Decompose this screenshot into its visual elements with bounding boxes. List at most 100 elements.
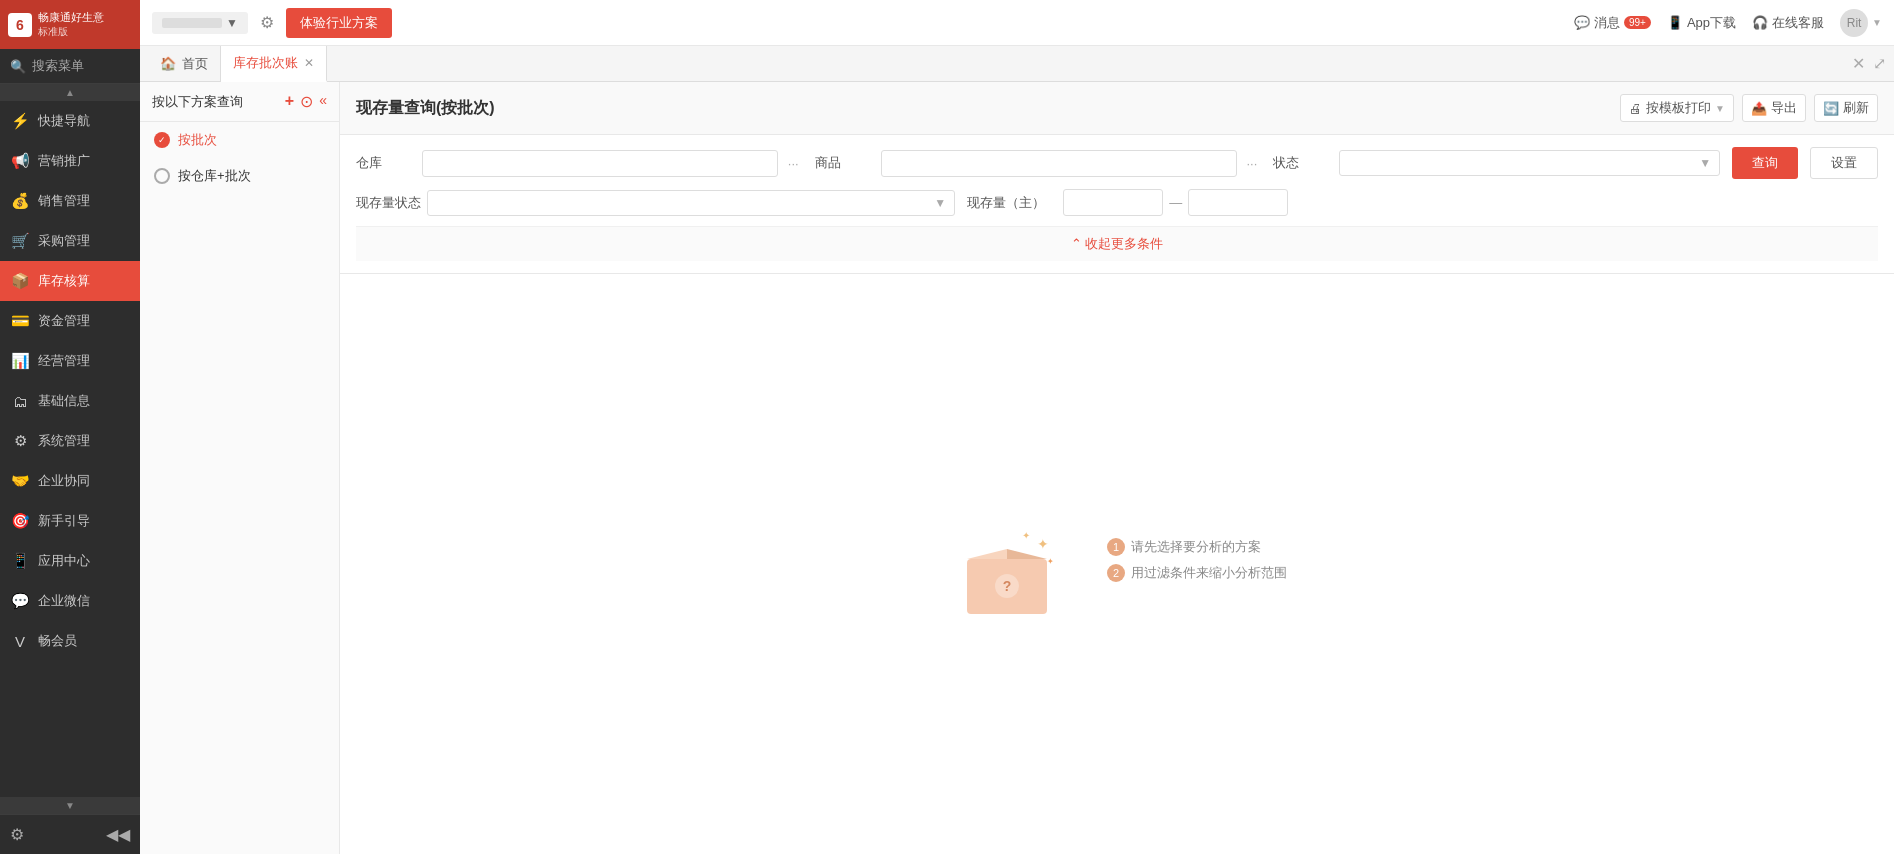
breadcrumb-arrow: ▼: [226, 16, 238, 30]
home-icon: 🏠: [160, 56, 176, 71]
status-filter: 状态 ▼: [1273, 150, 1720, 176]
sidebar-item-marketing[interactable]: 📢 营销推广: [0, 141, 140, 181]
sidebar-item-label: 企业微信: [38, 592, 90, 610]
tab-batch-stock[interactable]: 库存批次账 ✕: [221, 46, 327, 82]
scheme-by-batch[interactable]: ✓ 按批次: [140, 122, 339, 158]
warehouse-more-icon[interactable]: ···: [784, 156, 803, 171]
stock-status-select[interactable]: ▼: [427, 190, 955, 216]
empty-hint-1: 1 请先选择要分析的方案: [1107, 538, 1287, 556]
breadcrumb[interactable]: ▼: [152, 12, 248, 34]
tab-batch-stock-label: 库存批次账: [233, 54, 298, 72]
tabbar: 🏠 首页 库存批次账 ✕ ✕ ⤢: [140, 46, 1894, 82]
stock-qty-filter: 现存量（主） —: [967, 189, 1566, 216]
add-scheme-icon[interactable]: +: [285, 92, 294, 111]
sidebar-item-shortcuts[interactable]: ⚡ 快捷导航: [0, 101, 140, 141]
newbie-icon: 🎯: [10, 512, 30, 530]
page-header: 现存量查询(按批次) 🖨 按模板打印 ▼ 📤 导出 🔄 刷新: [340, 82, 1894, 135]
sidebar-nav: ⚡ 快捷导航 📢 营销推广 💰 销售管理 🛒 采购管理 📦 库存核算 💳 资金管…: [0, 101, 140, 797]
tab-close-icon[interactable]: ✕: [304, 56, 314, 70]
sidebar-item-purchase[interactable]: 🛒 采购管理: [0, 221, 140, 261]
customer-service-button[interactable]: 🎧 在线客服: [1752, 14, 1824, 32]
filter-settings-button[interactable]: 设置: [1810, 147, 1878, 179]
topbar-settings-icon[interactable]: ⚙: [256, 9, 278, 36]
filter-row-2: 现存量状态 ▼ 现存量（主） —: [356, 189, 1878, 216]
refresh-icon: 🔄: [1823, 101, 1839, 116]
empty-hint-2: 2 用过滤条件来缩小分析范围: [1107, 564, 1287, 582]
sidebar-item-sales[interactable]: 💰 销售管理: [0, 181, 140, 221]
topbar: ▼ ⚙ 体验行业方案 💬 消息 99+ 📱 App下载 🎧 在线客服 Rit: [140, 0, 1894, 46]
user-avatar[interactable]: Rit ▼: [1840, 9, 1882, 37]
print-template-button[interactable]: 🖨 按模板打印 ▼: [1620, 94, 1734, 122]
member-icon: V: [10, 633, 30, 650]
sidebar-item-apps[interactable]: 📱 应用中心: [0, 541, 140, 581]
panel-maximize-icon[interactable]: ⤢: [1873, 54, 1886, 73]
filter-area: 仓库 ··· 商品 ··· 状态 ▼: [340, 135, 1894, 274]
stock-status-label: 现存量状态: [356, 194, 421, 212]
collapse-more-conditions[interactable]: ⌃ 收起更多条件: [356, 226, 1878, 261]
operations-icon: 📊: [10, 352, 30, 370]
sidebar-item-operations[interactable]: 📊 经营管理: [0, 341, 140, 381]
sidebar-settings-icon[interactable]: ⚙: [10, 825, 24, 844]
warehouse-input[interactable]: [422, 150, 778, 177]
export-button[interactable]: 📤 导出: [1742, 94, 1806, 122]
sidebar-scroll-up[interactable]: ▲: [0, 84, 140, 101]
sidebar-scroll-down[interactable]: ▼: [0, 797, 140, 814]
tab-home[interactable]: 🏠 首页: [148, 46, 221, 82]
print-icon: 🖨: [1629, 101, 1642, 116]
warehouse-filter: 仓库 ···: [356, 150, 803, 177]
sidebar-item-label: 销售管理: [38, 192, 90, 210]
refresh-button[interactable]: 🔄 刷新: [1814, 94, 1878, 122]
search-menu[interactable]: 🔍 搜索菜单: [0, 49, 140, 84]
product-label: 商品: [815, 154, 875, 172]
app-edition: 标准版: [38, 25, 104, 39]
product-more-icon[interactable]: ···: [1243, 156, 1262, 171]
hint-2-num: 2: [1107, 564, 1125, 582]
panel-close-icon[interactable]: ✕: [1852, 54, 1865, 73]
topbar-right: 💬 消息 99+ 📱 App下载 🎧 在线客服 Rit ▼: [1574, 9, 1882, 37]
empty-illustration: ? ✦ ✦ ✦: [947, 504, 1067, 624]
product-input[interactable]: [881, 150, 1237, 177]
filter-row-1: 仓库 ··· 商品 ··· 状态 ▼: [356, 147, 1878, 179]
message-button[interactable]: 💬 消息 99+: [1574, 14, 1651, 32]
status-select[interactable]: ▼: [1339, 150, 1720, 176]
sidebar-item-basic[interactable]: 🗂 基础信息: [0, 381, 140, 421]
basic-icon: 🗂: [10, 393, 30, 410]
sidebar-item-newbie[interactable]: 🎯 新手引导: [0, 501, 140, 541]
sales-icon: 💰: [10, 192, 30, 210]
sidebar-item-collab[interactable]: 🤝 企业协同: [0, 461, 140, 501]
left-panel-actions: + ⊙ «: [285, 92, 327, 111]
breadcrumb-text: [162, 18, 222, 28]
inactive-dot-icon: [154, 168, 170, 184]
collapse-panel-icon[interactable]: «: [319, 92, 327, 111]
sidebar-item-system[interactable]: ⚙ 系统管理: [0, 421, 140, 461]
sidebar-item-inventory[interactable]: 📦 库存核算: [0, 261, 140, 301]
sidebar-item-label: 企业协同: [38, 472, 90, 490]
sidebar-item-finance[interactable]: 💳 资金管理: [0, 301, 140, 341]
collapse-arrow-icon: ⌃: [1071, 236, 1082, 251]
app-logo: 6: [8, 13, 32, 37]
sidebar-item-wechat[interactable]: 💬 企业微信: [0, 581, 140, 621]
scheme-by-warehouse-batch[interactable]: 按仓库+批次: [140, 158, 339, 194]
sidebar-item-label: 基础信息: [38, 392, 90, 410]
query-button[interactable]: 查询: [1732, 147, 1798, 179]
trial-button[interactable]: 体验行业方案: [286, 8, 392, 38]
sidebar-collapse-icon[interactable]: ◀◀: [106, 825, 130, 844]
message-icon: 💬: [1574, 15, 1590, 30]
stock-status-filter: 现存量状态 ▼: [356, 190, 955, 216]
avatar-initials: Rit: [1847, 16, 1862, 30]
empty-hint-text: 1 请先选择要分析的方案 2 用过滤条件来缩小分析范围: [1107, 538, 1287, 590]
sidebar-item-member[interactable]: V 畅会员: [0, 621, 140, 661]
shortcuts-icon: ⚡: [10, 112, 30, 130]
purchase-icon: 🛒: [10, 232, 30, 250]
sidebar-header: 6 畅康通好生意 标准版: [0, 0, 140, 49]
svg-text:✦: ✦: [1047, 557, 1054, 566]
empty-svg: ? ✦ ✦ ✦: [947, 504, 1067, 624]
right-panel: 现存量查询(按批次) 🖨 按模板打印 ▼ 📤 导出 🔄 刷新: [340, 82, 1894, 854]
status-dropdown-icon: ▼: [1699, 156, 1711, 170]
stock-qty-label: 现存量（主）: [967, 194, 1057, 212]
stock-qty-min-input[interactable]: [1063, 189, 1163, 216]
stock-qty-max-input[interactable]: [1188, 189, 1288, 216]
settings-scheme-icon[interactable]: ⊙: [300, 92, 313, 111]
app-download-button[interactable]: 📱 App下载: [1667, 14, 1736, 32]
stock-status-dropdown-icon: ▼: [934, 196, 946, 210]
